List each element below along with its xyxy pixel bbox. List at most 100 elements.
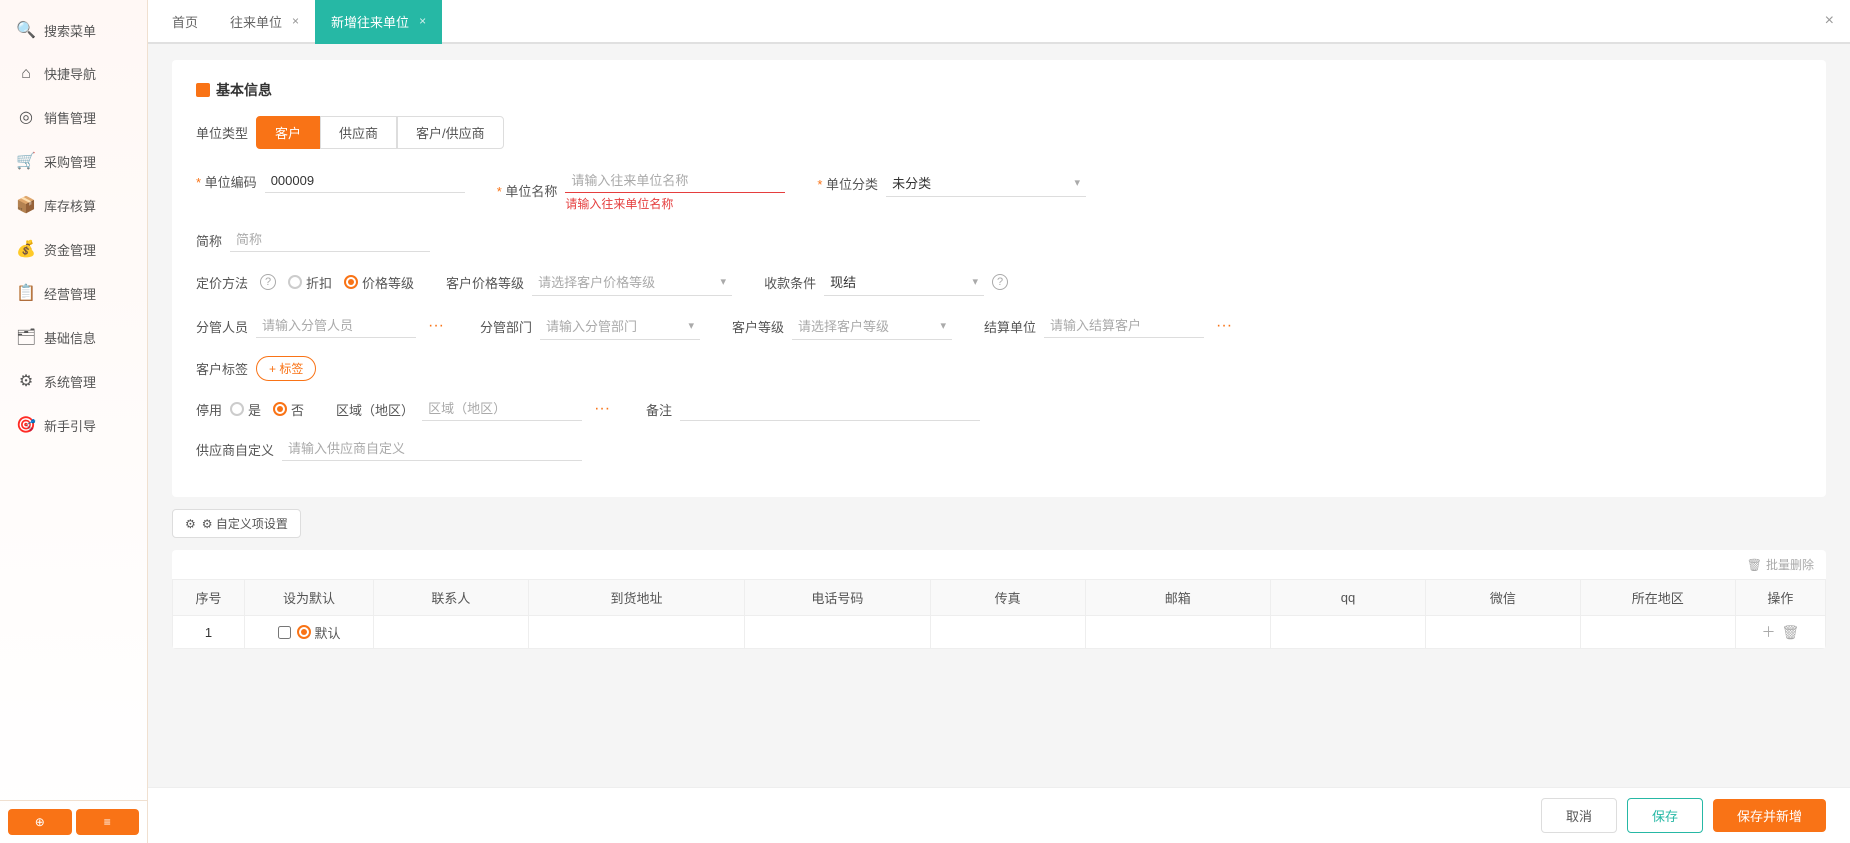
- pricing-radio-group: 折扣 价格等级: [288, 273, 414, 292]
- remarks-input[interactable]: [680, 397, 980, 421]
- sidebar-label-sales: 销售管理: [44, 108, 96, 127]
- btn-both[interactable]: 客户/供应商: [397, 116, 504, 149]
- sidebar-item-system[interactable]: ⚙ 系统管理: [0, 359, 147, 403]
- supplier-custom-input[interactable]: [282, 437, 582, 461]
- region-input[interactable]: [422, 397, 582, 421]
- unit-code-input[interactable]: [265, 169, 465, 193]
- pricing-method-field: 定价方法 ? 折扣 价格等级: [196, 273, 414, 292]
- cancel-button[interactable]: 取消: [1541, 798, 1617, 833]
- sidebar-label-guide: 新手引导: [44, 416, 96, 435]
- unit-category-select[interactable]: 未分类 ▾: [886, 169, 1086, 197]
- custom-settings-btn[interactable]: ⚙ ⚙ 自定义项设置: [172, 509, 301, 538]
- td-phone[interactable]: [745, 616, 931, 649]
- th-default: 设为默认: [245, 580, 374, 616]
- payment-terms-select[interactable]: 现结 ▾: [824, 268, 984, 296]
- region-input-table[interactable]: [1618, 625, 1698, 640]
- customer-level-placeholder: 请选择客户等级: [798, 316, 932, 335]
- unit-name-label: 单位名称: [497, 181, 558, 200]
- sidebar-bottom-btn1[interactable]: ⊕: [8, 809, 72, 835]
- sidebar-label-quick-nav: 快捷导航: [44, 64, 96, 83]
- payment-help-icon[interactable]: ?: [992, 274, 1008, 290]
- radio-discount-circle: [288, 275, 302, 289]
- sidebar-item-sales[interactable]: ◎ 销售管理: [0, 95, 147, 139]
- fax-input[interactable]: [968, 625, 1048, 640]
- add-row-btn[interactable]: ＋: [1761, 622, 1775, 642]
- sidebar-item-operations[interactable]: 📋 经营管理: [0, 271, 147, 315]
- custom-settings-label: ⚙ 自定义项设置: [202, 515, 288, 532]
- tab-partners[interactable]: 往来单位 ×: [214, 0, 315, 44]
- phone-input[interactable]: [787, 625, 887, 640]
- sidebar-item-purchase[interactable]: 🛒 采购管理: [0, 139, 147, 183]
- td-region[interactable]: [1580, 616, 1735, 649]
- delete-row-btn[interactable]: 🗑: [1781, 624, 1799, 641]
- customer-level-select[interactable]: 请选择客户等级 ▾: [792, 312, 952, 340]
- main-close-btn[interactable]: ×: [1817, 12, 1842, 30]
- tab-home[interactable]: 首页: [156, 0, 214, 44]
- abbreviation-input[interactable]: [230, 228, 430, 252]
- td-email[interactable]: [1085, 616, 1271, 649]
- radio-yes[interactable]: 是: [230, 400, 261, 419]
- save-button[interactable]: 保存: [1627, 798, 1703, 833]
- sidebar-bottom-btn2[interactable]: ≡: [76, 809, 140, 835]
- settlement-unit-field: 结算单位 ···: [984, 314, 1236, 338]
- address-input[interactable]: [576, 625, 696, 640]
- manager-input[interactable]: [256, 314, 416, 338]
- settings-icon: ⚙: [185, 517, 196, 531]
- tab-new-partner[interactable]: 新增往来单位 ×: [315, 0, 442, 44]
- custom-table-section: ⚙ ⚙ 自定义项设置 🗑 批量删除 序号 设为默认: [172, 509, 1826, 649]
- settlement-unit-label: 结算单位: [984, 317, 1036, 336]
- row-checkbox[interactable]: [278, 626, 291, 639]
- btn-customer[interactable]: 客户: [256, 116, 320, 149]
- contact-table: 序号 设为默认 联系人 到货地址 电话号码 传真 邮箱 qq 微信 所在地区 操: [172, 579, 1826, 649]
- unit-name-wrap: 请输入往来单位名称: [565, 169, 785, 212]
- sidebar-item-quick-nav[interactable]: ⌂ 快捷导航: [0, 52, 147, 95]
- tab-new-partner-close[interactable]: ×: [419, 14, 426, 28]
- department-select[interactable]: 请输入分管部门 ▾: [540, 312, 700, 340]
- sidebar-item-guide[interactable]: 🎯 新手引导: [0, 403, 147, 447]
- settlement-more-btn[interactable]: ···: [1212, 317, 1236, 335]
- default-radio[interactable]: 默认: [297, 623, 341, 642]
- td-contact[interactable]: [373, 616, 528, 649]
- email-input[interactable]: [1128, 625, 1228, 640]
- batch-delete-btn[interactable]: 🗑 批量删除: [1747, 556, 1814, 573]
- customer-price-level-select[interactable]: 请选择客户价格等级 ▾: [532, 268, 732, 296]
- save-new-button[interactable]: 保存并新增: [1713, 799, 1826, 832]
- disabled-radio-group: 是 否: [230, 400, 304, 419]
- unit-type-label: 单位类型: [196, 123, 248, 142]
- sidebar-item-inventory[interactable]: 📦 库存核算: [0, 183, 147, 227]
- table-header-row: 🗑 批量删除: [172, 550, 1826, 579]
- tab-home-label: 首页: [172, 12, 198, 31]
- contact-input[interactable]: [411, 625, 491, 640]
- radio-no[interactable]: 否: [273, 400, 304, 419]
- sidebar-search[interactable]: 🔍 搜索菜单: [0, 8, 147, 52]
- td-address[interactable]: [528, 616, 744, 649]
- qq-input[interactable]: [1308, 625, 1388, 640]
- unit-code-label: 单位编码: [196, 172, 257, 191]
- tab-partners-close[interactable]: ×: [292, 14, 299, 28]
- customer-tag-label: 客户标签: [196, 359, 248, 378]
- settlement-unit-input[interactable]: [1044, 314, 1204, 338]
- td-qq[interactable]: [1271, 616, 1426, 649]
- td-wechat[interactable]: [1425, 616, 1580, 649]
- th-qq: qq: [1271, 580, 1426, 616]
- td-fax[interactable]: [930, 616, 1085, 649]
- default-radio-circle: [297, 625, 311, 639]
- radio-price-level[interactable]: 价格等级: [344, 273, 414, 292]
- th-address: 到货地址: [528, 580, 744, 616]
- td-default: 默认: [245, 616, 374, 649]
- region-more-btn[interactable]: ···: [590, 400, 614, 418]
- wechat-input[interactable]: [1463, 625, 1543, 640]
- th-wechat: 微信: [1425, 580, 1580, 616]
- pricing-help-icon[interactable]: ?: [260, 274, 276, 290]
- radio-discount[interactable]: 折扣: [288, 273, 332, 292]
- payment-terms-field: 收款条件 现结 ▾ ?: [764, 268, 1008, 296]
- supplier-custom-field: 供应商自定义: [196, 437, 582, 461]
- btn-supplier[interactable]: 供应商: [320, 116, 397, 149]
- customer-level-label: 客户等级: [732, 317, 784, 336]
- unit-name-input[interactable]: [565, 169, 785, 193]
- sidebar-item-base[interactable]: 🗂 基础信息: [0, 315, 147, 359]
- customer-price-level-placeholder: 请选择客户价格等级: [538, 272, 712, 291]
- sidebar-item-finance[interactable]: 💰 资金管理: [0, 227, 147, 271]
- add-tag-btn[interactable]: + 标签: [256, 356, 316, 381]
- manager-more-btn[interactable]: ···: [424, 317, 448, 335]
